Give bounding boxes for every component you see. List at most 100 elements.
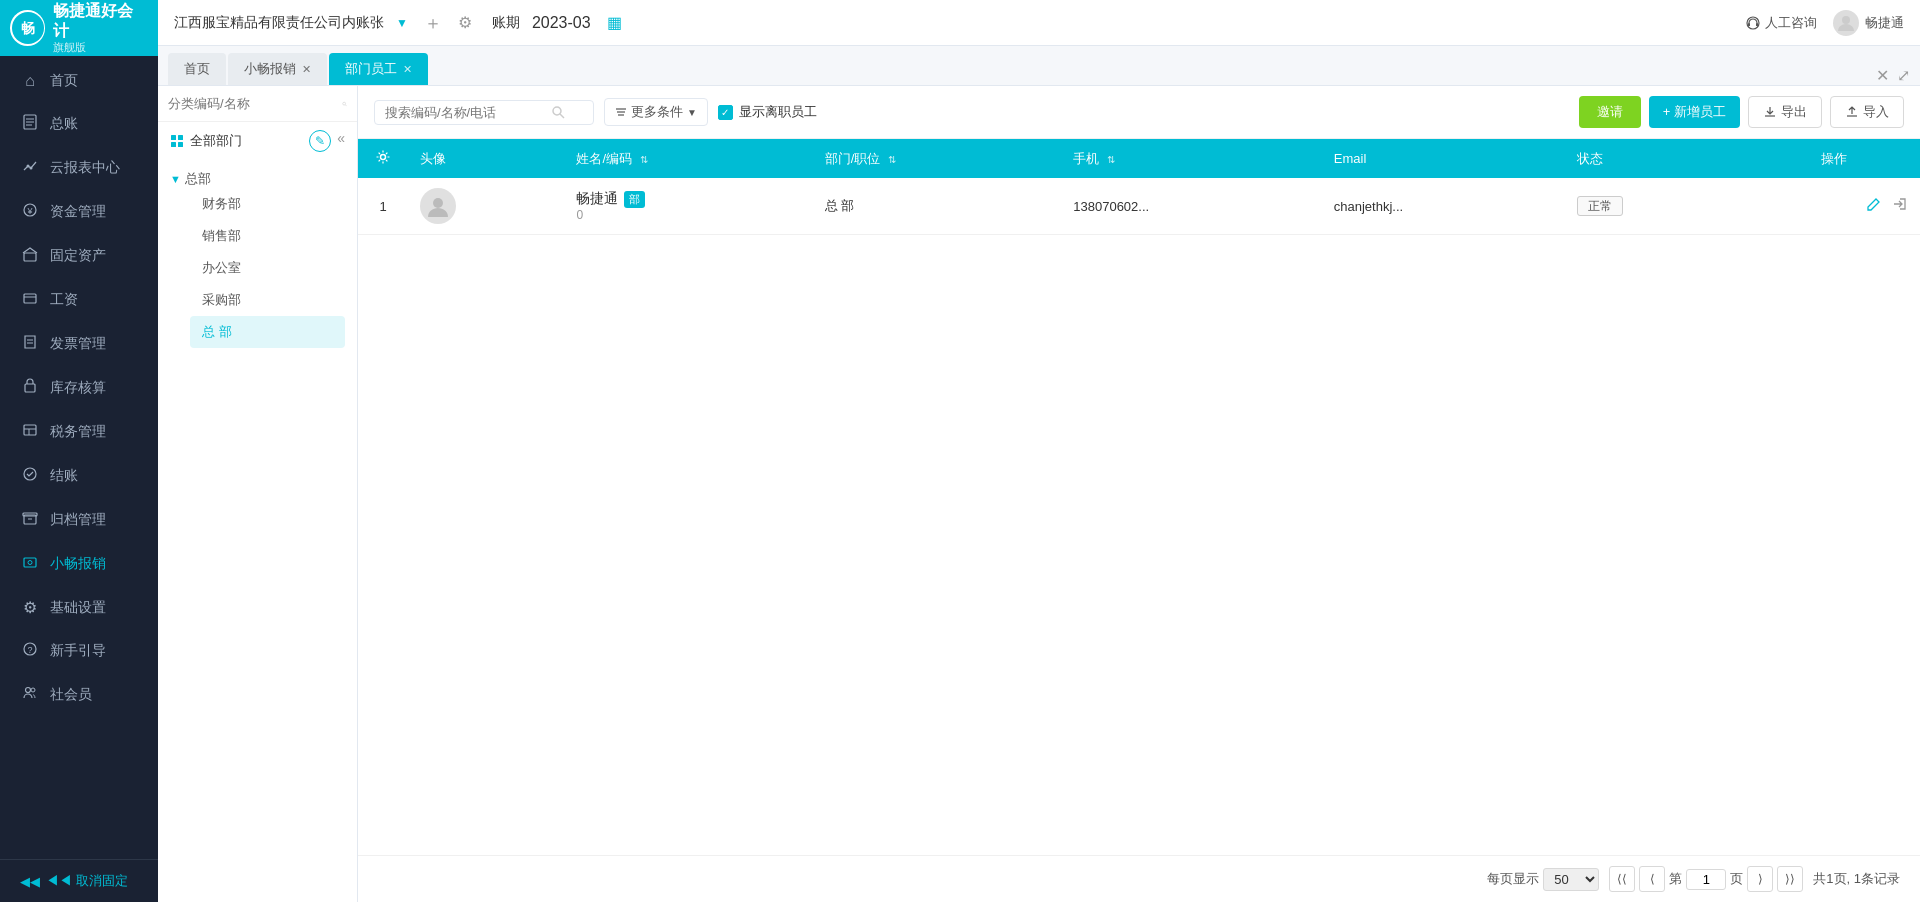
- row-status: 正常: [1565, 178, 1748, 235]
- add-company-btn[interactable]: ＋: [424, 11, 442, 35]
- company-dropdown-icon[interactable]: ▼: [396, 16, 408, 30]
- th-name[interactable]: 姓名/编码 ⇅: [564, 139, 812, 178]
- edit-emp-btn[interactable]: [1866, 196, 1882, 216]
- dept-sort-icon[interactable]: ⇅: [888, 154, 896, 165]
- more-filter-btn[interactable]: 更多条件 ▼: [604, 98, 708, 126]
- svg-point-27: [26, 688, 31, 693]
- sidebar-nav: ⌂ 首页 总账 云报表中心: [0, 56, 158, 859]
- svg-point-7: [30, 167, 33, 170]
- sidebar-item-label: 库存核算: [50, 379, 106, 397]
- name-sort-icon[interactable]: ⇅: [640, 154, 648, 165]
- th-settings[interactable]: [358, 139, 408, 178]
- emp-search-input[interactable]: [385, 105, 545, 120]
- prev-page-btn[interactable]: ⟨: [1639, 866, 1665, 892]
- svg-rect-37: [171, 142, 176, 147]
- show-resigned-checkbox[interactable]: [718, 105, 733, 120]
- row-email: chanjethkj...: [1322, 178, 1566, 235]
- row-phone: 138070602...: [1061, 178, 1322, 235]
- sidebar-item-contacts[interactable]: 社会员: [0, 673, 158, 717]
- dept-edit-btn[interactable]: ✎: [309, 130, 331, 152]
- dept-child-finance[interactable]: 财务部: [190, 188, 345, 220]
- user-menu[interactable]: 畅捷通: [1833, 10, 1904, 36]
- svg-point-45: [433, 198, 443, 208]
- dept-root-label[interactable]: ▼ 总部: [170, 170, 345, 188]
- tab-department[interactable]: 部门员工 ✕: [329, 53, 428, 85]
- svg-rect-35: [171, 135, 176, 140]
- sidebar-item-label: 资金管理: [50, 203, 106, 221]
- dept-child-sales[interactable]: 销售部: [190, 220, 345, 252]
- emp-name: 畅捷通: [576, 190, 618, 208]
- reports-icon: [20, 158, 40, 178]
- expand-tab-btn[interactable]: ⤢: [1897, 66, 1910, 85]
- page-total: 共1页, 1条记录: [1813, 870, 1900, 888]
- tab-department-close-icon[interactable]: ✕: [403, 63, 412, 76]
- th-status: 状态: [1565, 139, 1748, 178]
- invite-btn[interactable]: 邀请: [1579, 96, 1641, 128]
- phone-sort-icon[interactable]: ⇅: [1107, 154, 1115, 165]
- sidebar-item-invoice[interactable]: 发票管理: [0, 322, 158, 366]
- home-icon: ⌂: [20, 72, 40, 90]
- action-btns: [1760, 196, 1908, 216]
- sidebar-item-salary[interactable]: 工资: [0, 278, 158, 322]
- tab-expense-label: 小畅报销: [244, 60, 296, 78]
- add-emp-btn[interactable]: + 新增员工: [1649, 96, 1740, 128]
- sidebar-item-archive[interactable]: 归档管理: [0, 498, 158, 542]
- sidebar-item-settlement[interactable]: 结账: [0, 454, 158, 498]
- all-dept-label[interactable]: 全部部门: [170, 132, 242, 150]
- dept-search-icon[interactable]: [342, 97, 347, 111]
- emp-table: 头像 姓名/编码 ⇅ 部门/职位 ⇅ 手机 ⇅: [358, 139, 1920, 235]
- last-page-btn[interactable]: ⟩⟩: [1777, 866, 1803, 892]
- sidebar-item-inventory[interactable]: 库存核算: [0, 366, 158, 410]
- svg-point-19: [24, 468, 36, 480]
- dept-child-office[interactable]: 办公室: [190, 252, 345, 284]
- cancel-pin-btn[interactable]: ◀◀ ◀◀ 取消固定: [0, 859, 158, 902]
- sidebar-item-tax[interactable]: 税务管理: [0, 410, 158, 454]
- sidebar-item-ledger[interactable]: 总账: [0, 102, 158, 146]
- salary-icon: [20, 290, 40, 310]
- app-name: 畅捷通好会计: [53, 1, 148, 39]
- export-btn[interactable]: 导出: [1748, 96, 1822, 128]
- close-tab-btn[interactable]: ✕: [1876, 66, 1889, 85]
- svg-text:?: ?: [27, 645, 32, 655]
- sidebar-item-home[interactable]: ⌂ 首页: [0, 60, 158, 102]
- sidebar-item-guide[interactable]: ? 新手引导: [0, 629, 158, 673]
- dept-tree: ▼ 总部 财务部 销售部 办公室 采购部 总 部: [158, 160, 357, 902]
- sidebar-item-reports[interactable]: 云报表中心: [0, 146, 158, 190]
- service-btn[interactable]: 人工咨询: [1745, 14, 1817, 32]
- dept-search-input[interactable]: [168, 96, 336, 111]
- page-content: 全部部门 ✎ « ▼ 总部 财务部 销售部 办公室: [158, 86, 1920, 902]
- svg-rect-38: [178, 142, 183, 147]
- row-actions: [1748, 178, 1920, 235]
- dept-badge: 部: [624, 191, 645, 208]
- toolbar-right-actions: 邀请 + 新增员工 导出 导入: [1579, 96, 1904, 128]
- sidebar-item-fixed-assets[interactable]: 固定资产: [0, 234, 158, 278]
- row-dept: 总 部: [813, 178, 1061, 235]
- logout-emp-btn[interactable]: [1892, 196, 1908, 216]
- calendar-icon[interactable]: ▦: [607, 13, 622, 32]
- current-page-input[interactable]: [1686, 869, 1726, 890]
- first-page-btn[interactable]: ⟨⟨: [1609, 866, 1635, 892]
- emp-search-icon[interactable]: [551, 105, 565, 119]
- export-label: 导出: [1781, 103, 1807, 121]
- th-dept[interactable]: 部门/职位 ⇅: [813, 139, 1061, 178]
- sidebar-item-settings[interactable]: ⚙ 基础设置: [0, 586, 158, 629]
- company-settings-icon[interactable]: ⚙: [458, 13, 472, 32]
- cancel-pin-icon: ◀◀: [20, 874, 40, 889]
- sidebar-item-expense[interactable]: 小畅报销: [0, 542, 158, 586]
- sidebar-item-label: 固定资产: [50, 247, 106, 265]
- dept-child-general[interactable]: 总 部: [190, 316, 345, 348]
- tab-expense-close-icon[interactable]: ✕: [302, 63, 311, 76]
- collapse-btn[interactable]: «: [337, 130, 345, 152]
- import-btn[interactable]: 导入: [1830, 96, 1904, 128]
- per-page-select[interactable]: 10 20 50 100: [1543, 868, 1599, 891]
- grid-icon: [170, 134, 184, 148]
- page-label-suffix: 页: [1730, 870, 1743, 888]
- tab-expense[interactable]: 小畅报销 ✕: [228, 53, 327, 85]
- tab-home[interactable]: 首页: [168, 53, 226, 85]
- sidebar-item-assets-mgmt[interactable]: ¥ 资金管理: [0, 190, 158, 234]
- next-page-btn[interactable]: ⟩: [1747, 866, 1773, 892]
- dept-child-purchase[interactable]: 采购部: [190, 284, 345, 316]
- emp-code: 0: [576, 208, 800, 222]
- th-phone[interactable]: 手机 ⇅: [1061, 139, 1322, 178]
- import-label: 导入: [1863, 103, 1889, 121]
